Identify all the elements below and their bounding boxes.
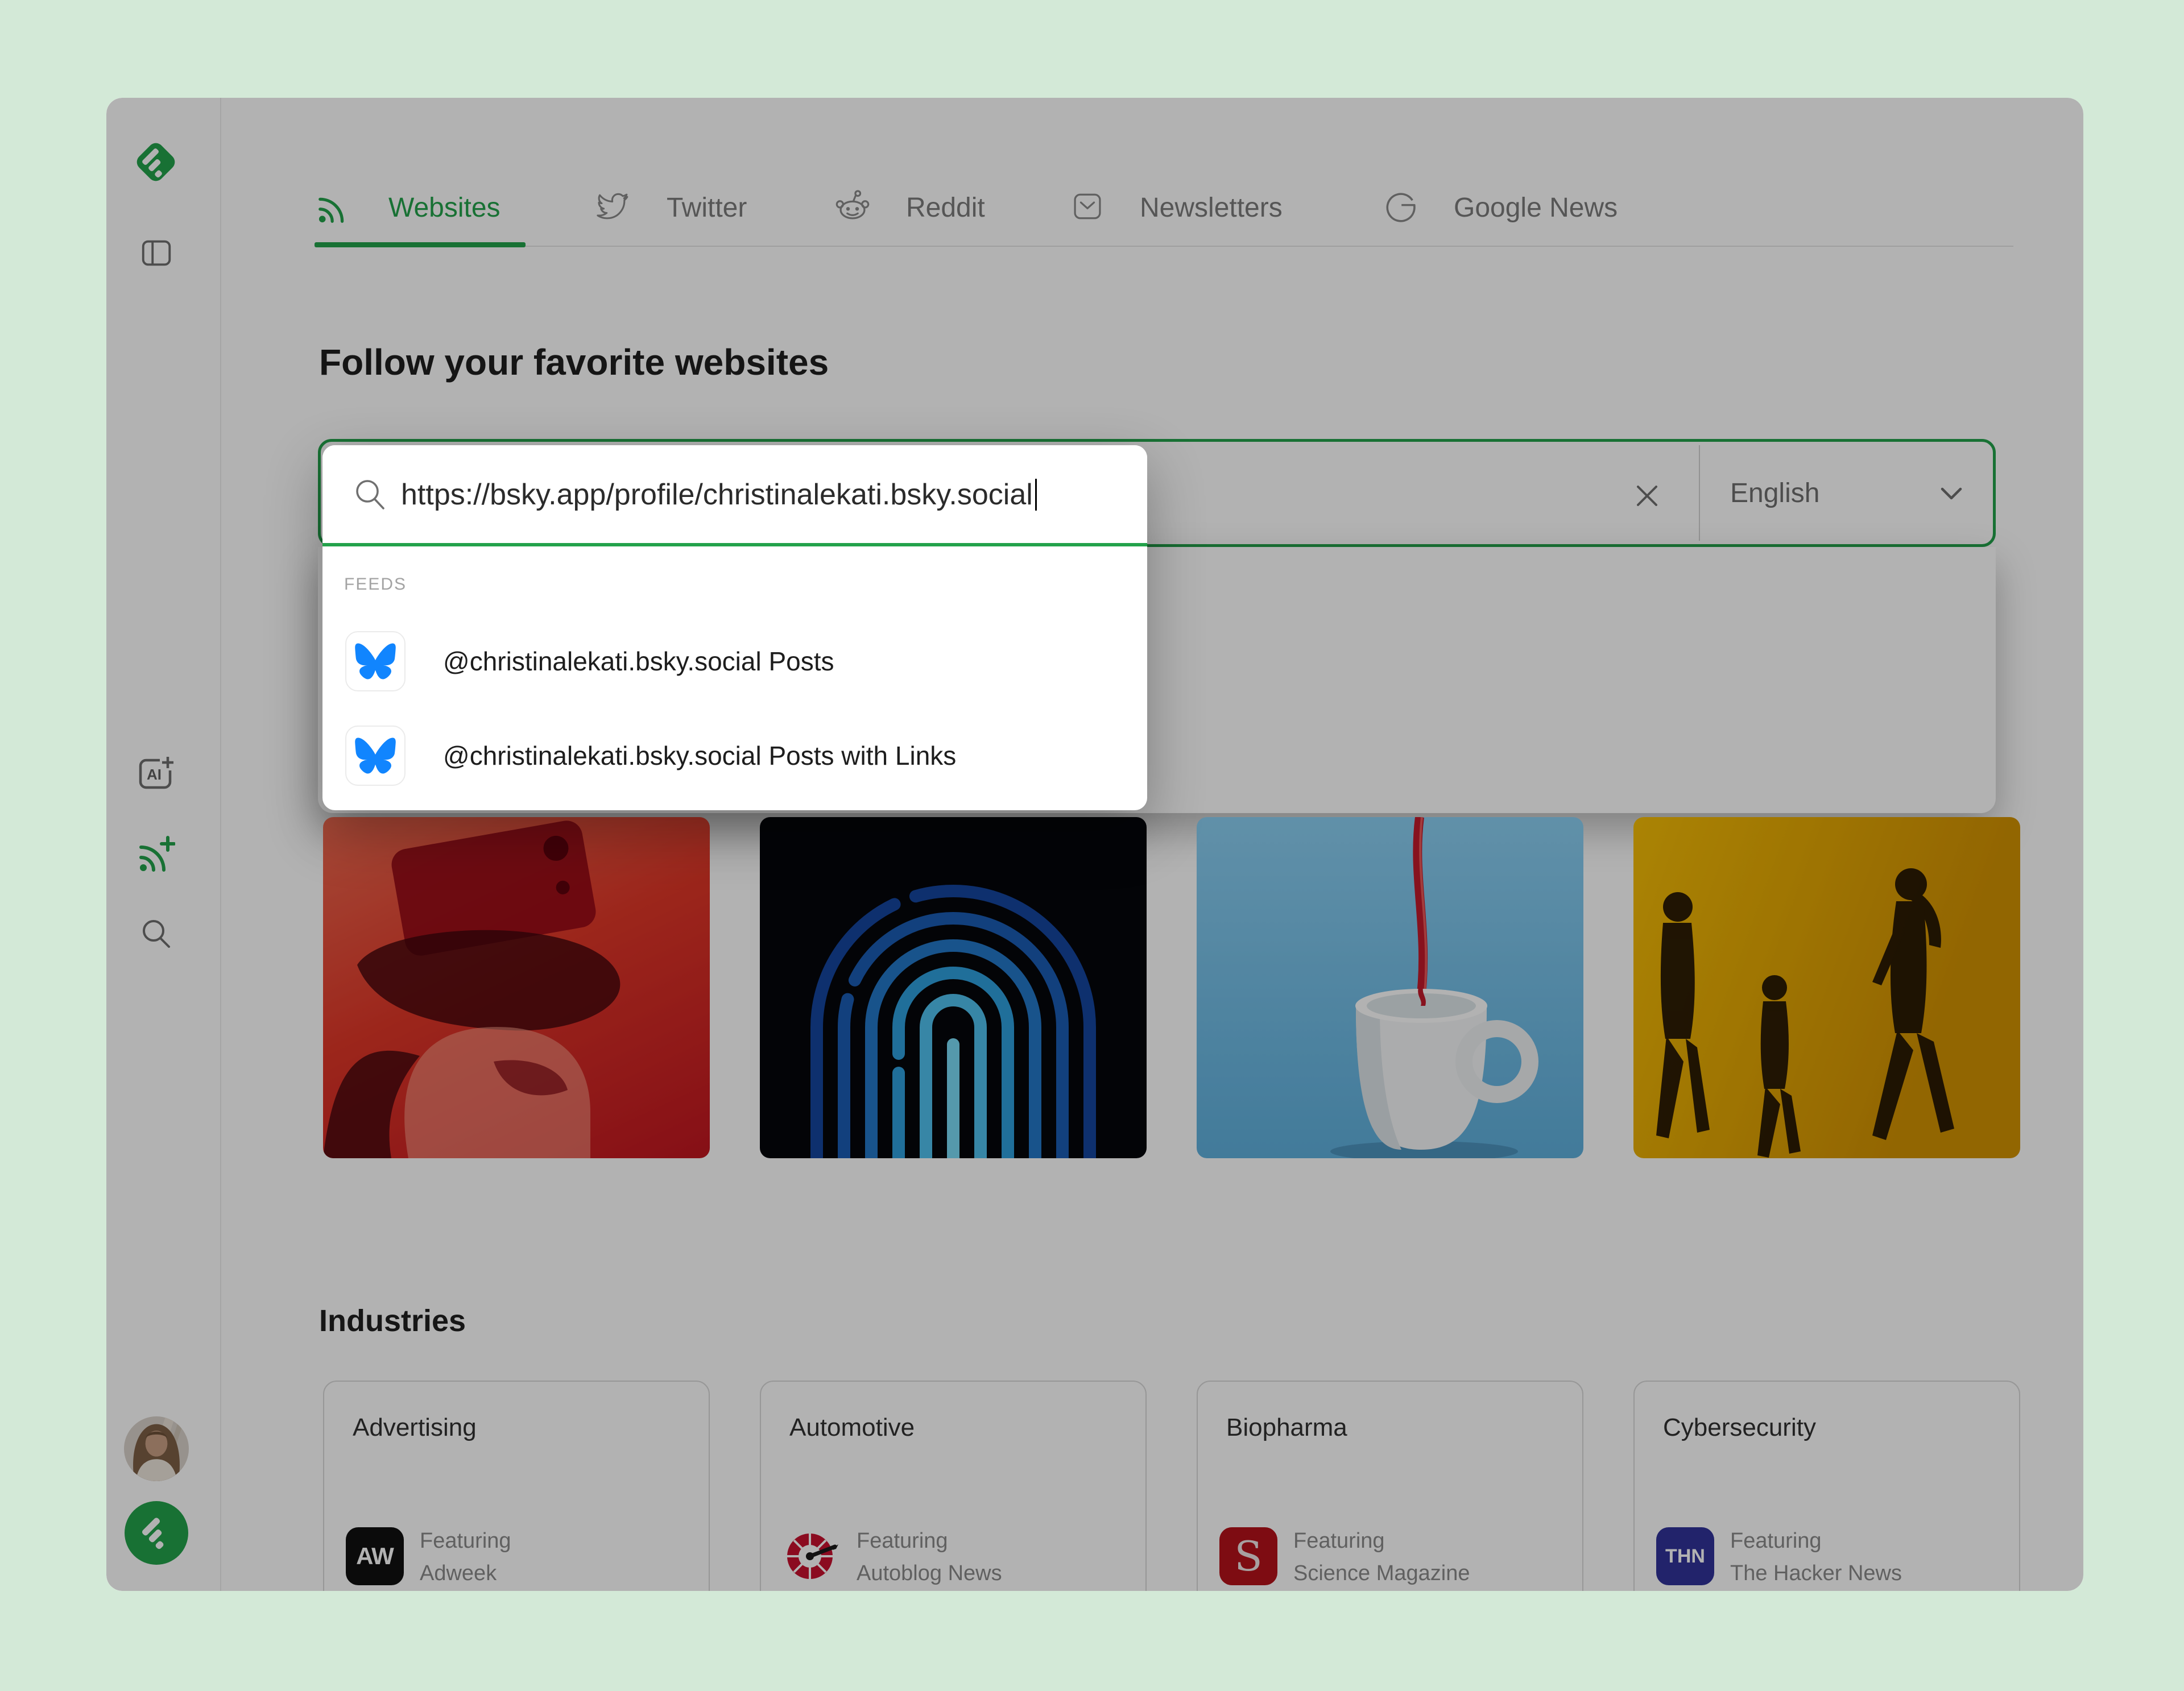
search-query-text[interactable]: https://bsky.app/profile/christinalekati… bbox=[401, 445, 1037, 544]
feed-suggestion-title: @christinalekati.bsky.social Posts bbox=[443, 646, 834, 676]
dim-overlay bbox=[106, 98, 2083, 1591]
input-bottom-border bbox=[322, 543, 1147, 546]
bluesky-butterfly-icon bbox=[345, 726, 406, 786]
search-spotlight: https://bsky.app/profile/christinalekati… bbox=[322, 445, 1147, 810]
feed-suggestion-row[interactable]: @christinalekati.bsky.social Posts bbox=[345, 631, 834, 691]
text-caret bbox=[1035, 478, 1037, 511]
bluesky-butterfly-icon bbox=[345, 631, 406, 691]
app-window: AI Websites Twitter Reddit Newsletters G… bbox=[106, 98, 2083, 1591]
feed-suggestion-row[interactable]: @christinalekati.bsky.social Posts with … bbox=[345, 726, 956, 786]
feeds-section-label: FEEDS bbox=[344, 575, 407, 594]
search-input-highlight[interactable]: https://bsky.app/profile/christinalekati… bbox=[322, 445, 1147, 546]
search-icon bbox=[352, 476, 387, 512]
feed-suggestion-title: @christinalekati.bsky.social Posts with … bbox=[443, 741, 957, 770]
page-background: AI Websites Twitter Reddit Newsletters G… bbox=[0, 0, 2184, 1691]
